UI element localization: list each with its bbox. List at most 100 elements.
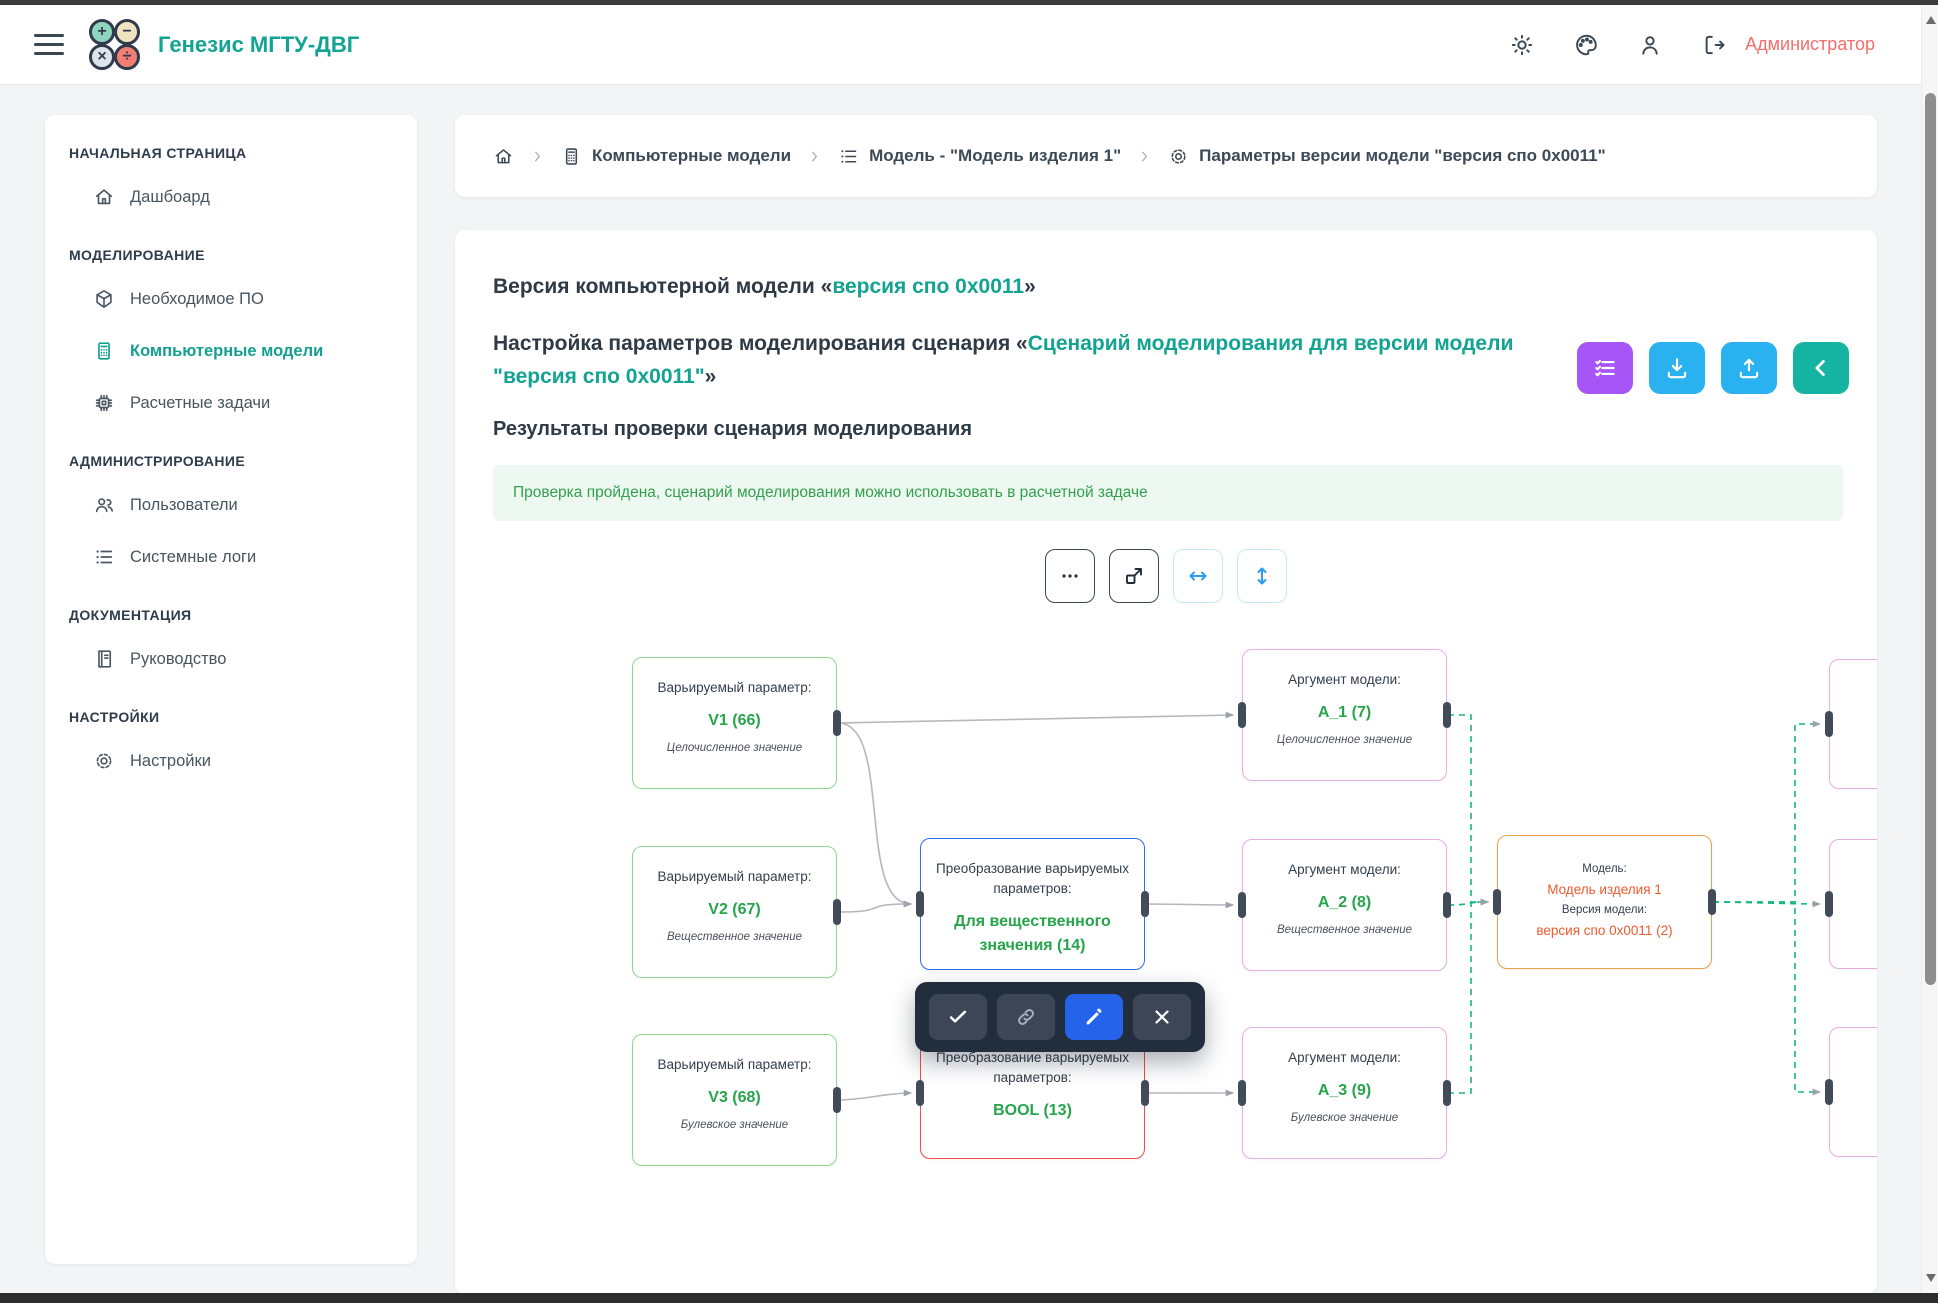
node-name: BOOL (13)	[993, 1102, 1072, 1120]
node-handle-left[interactable]	[1238, 1079, 1246, 1106]
breadcrumb-item[interactable]: Компьютерные модели	[561, 146, 791, 167]
log-list-icon	[93, 546, 115, 568]
delete-button[interactable]	[1133, 993, 1191, 1040]
node-handle-left[interactable]	[1238, 891, 1246, 918]
sun-icon[interactable]	[1509, 32, 1535, 58]
crumb-chevron-icon	[1137, 149, 1152, 164]
node-handle-left[interactable]	[1825, 890, 1833, 917]
fit-height-button[interactable]	[1237, 548, 1287, 603]
breadcrumb: Компьютерные модели Модель - "Модель изде…	[455, 115, 1877, 197]
node-subtitle: Вещественное значение	[666, 930, 802, 943]
node-a1[interactable]: Аргумент модели: А_1 (7) Целочисленное зна…	[1238, 648, 1451, 781]
sidebar-item-calculator[interactable]: Компьютерные модели	[67, 325, 395, 377]
node-a3[interactable]: Аргумент модели: А_3 (9) Булевское значени…	[1238, 1026, 1451, 1159]
node-handle-right[interactable]	[1708, 888, 1716, 915]
node-handle-right[interactable]	[1443, 701, 1451, 728]
crumb-chevron-icon	[807, 149, 822, 164]
link-icon	[1015, 1006, 1037, 1028]
edge-v2-tf[interactable]	[837, 900, 913, 913]
sidebar-item-gear[interactable]: Настройки	[67, 735, 395, 787]
sidebar-section: МОДЕЛИРОВАНИЕ Необходимое ПО Компьютерные …	[67, 247, 395, 429]
node-title: Преобразование варьируемых параметров:	[936, 860, 1129, 896]
node-title: Преобразование варьируемых параметров:	[936, 1049, 1129, 1085]
logo-plus-icon: +	[89, 18, 115, 45]
sidebar-item-label: Необходимое ПО	[130, 289, 264, 308]
node-handle-right[interactable]	[833, 898, 841, 925]
scenario-graph-canvas[interactable]: Варьируемый параметр: V1 (66) Целочисленно…	[455, 539, 1877, 1279]
scroll-down-arrow-icon[interactable]	[1925, 1274, 1936, 1282]
breadcrumb-item[interactable]: Параметры версии модели "версия спо 0x00…	[1168, 146, 1606, 167]
collapse-button[interactable]	[1793, 342, 1849, 394]
scenario-list-button[interactable]	[1577, 342, 1633, 394]
page-scrollbar[interactable]	[1921, 5, 1938, 1293]
edge-tf-a2[interactable]	[1145, 901, 1235, 908]
node-p2[interactable]	[1825, 838, 1877, 969]
app-title: Генезис МГТУ-ДВГ	[158, 31, 360, 57]
breadcrumb-item[interactable]: Модель - "Модель изделия 1"	[838, 146, 1121, 167]
node-v3[interactable]: Варьируемый параметр: V3 (68) Булевское зн…	[632, 1033, 841, 1166]
sidebar-item-label: Расчетные задачи	[130, 393, 271, 412]
node-model[interactable]: Модель: Модель изделия 1 Версия модели: вер…	[1493, 834, 1716, 969]
edge-v3-bool[interactable]	[837, 1089, 913, 1101]
fit-width-button[interactable]	[1173, 548, 1223, 603]
menu-icon[interactable]	[34, 34, 64, 55]
node-handle-left[interactable]	[916, 890, 924, 917]
edge-a1-model[interactable]	[1448, 713, 1490, 905]
more-button[interactable]	[1045, 548, 1095, 603]
node-handle-right[interactable]	[1443, 1079, 1451, 1106]
node-subtitle: Целочисленное значение	[666, 741, 803, 754]
node-handle-right[interactable]	[1141, 890, 1149, 917]
node-handle-left[interactable]	[1238, 701, 1246, 728]
expand-icon	[1122, 564, 1146, 588]
node-name: А_1 (7)	[1317, 703, 1372, 721]
node-handle-right[interactable]	[1443, 891, 1451, 918]
edit-button[interactable]	[1065, 993, 1123, 1040]
close-icon	[1151, 1006, 1173, 1028]
logout-icon[interactable]	[1701, 32, 1727, 58]
breadcrumb-item[interactable]	[493, 146, 514, 167]
node-handle-right[interactable]	[1141, 1079, 1149, 1106]
node-handle-right[interactable]	[833, 1086, 841, 1113]
calculator-icon	[93, 340, 115, 362]
edge-model-p3[interactable]	[1713, 900, 1822, 1095]
scrollbar-thumb[interactable]	[1925, 93, 1936, 985]
sidebar-item-log-list[interactable]: Системные логи	[67, 531, 395, 583]
node-handle-left[interactable]	[1825, 1078, 1833, 1105]
node-p1[interactable]	[1825, 658, 1877, 789]
node-a2[interactable]: Аргумент модели: А_2 (8) Вещественное знач…	[1238, 838, 1451, 971]
node-tf[interactable]: Преобразование варьируемых параметров: Дл…	[916, 837, 1149, 970]
edge-v1-tf[interactable]	[837, 721, 913, 907]
node-title: Варьируемый параметр:	[657, 868, 812, 884]
edge-model-p1[interactable]	[1713, 720, 1822, 903]
scroll-up-arrow-icon[interactable]	[1925, 16, 1936, 24]
breadcrumb-label: Компьютерные модели	[592, 146, 792, 165]
sidebar-item-label: Дашбоард	[130, 187, 210, 206]
node-handle-right[interactable]	[833, 709, 841, 736]
book-icon	[93, 648, 115, 670]
confirm-button[interactable]	[929, 993, 987, 1040]
node-handle-left[interactable]	[1825, 710, 1833, 737]
logo-divide-icon: ÷	[114, 43, 140, 70]
sidebar-item-book[interactable]: Руководство	[67, 633, 395, 685]
node-p3[interactable]	[1825, 1026, 1877, 1157]
palette-icon[interactable]	[1573, 32, 1599, 58]
node-handle-left[interactable]	[916, 1079, 924, 1106]
node-title: Варьируемый параметр:	[657, 679, 812, 695]
sidebar-item-users[interactable]: Пользователи	[67, 479, 395, 531]
sidebar-item-home[interactable]: Дашбоард	[67, 171, 395, 223]
download-button[interactable]	[1649, 342, 1705, 394]
fullscreen-button[interactable]	[1109, 548, 1159, 603]
node-v1[interactable]: Варьируемый параметр: V1 (66) Целочисленно…	[632, 656, 841, 789]
user-role-label[interactable]: Администратор	[1745, 34, 1875, 55]
sidebar-item-cube[interactable]: Необходимое ПО	[67, 273, 395, 325]
edge-a3-model[interactable]	[1448, 898, 1490, 1094]
node-v2[interactable]: Варьируемый параметр: V2 (67) Вещественное…	[632, 845, 841, 978]
node-handle-left[interactable]	[1493, 888, 1501, 915]
upload-button[interactable]	[1721, 342, 1777, 394]
sidebar-item-chip[interactable]: Расчетные задачи	[67, 377, 395, 429]
edge-v1-a1[interactable]	[837, 711, 1235, 724]
checklist-icon	[1592, 355, 1618, 381]
link-button[interactable]	[997, 993, 1055, 1040]
person-icon[interactable]	[1637, 32, 1663, 58]
sidebar-section-title: НАСТРОЙКИ	[69, 709, 160, 725]
